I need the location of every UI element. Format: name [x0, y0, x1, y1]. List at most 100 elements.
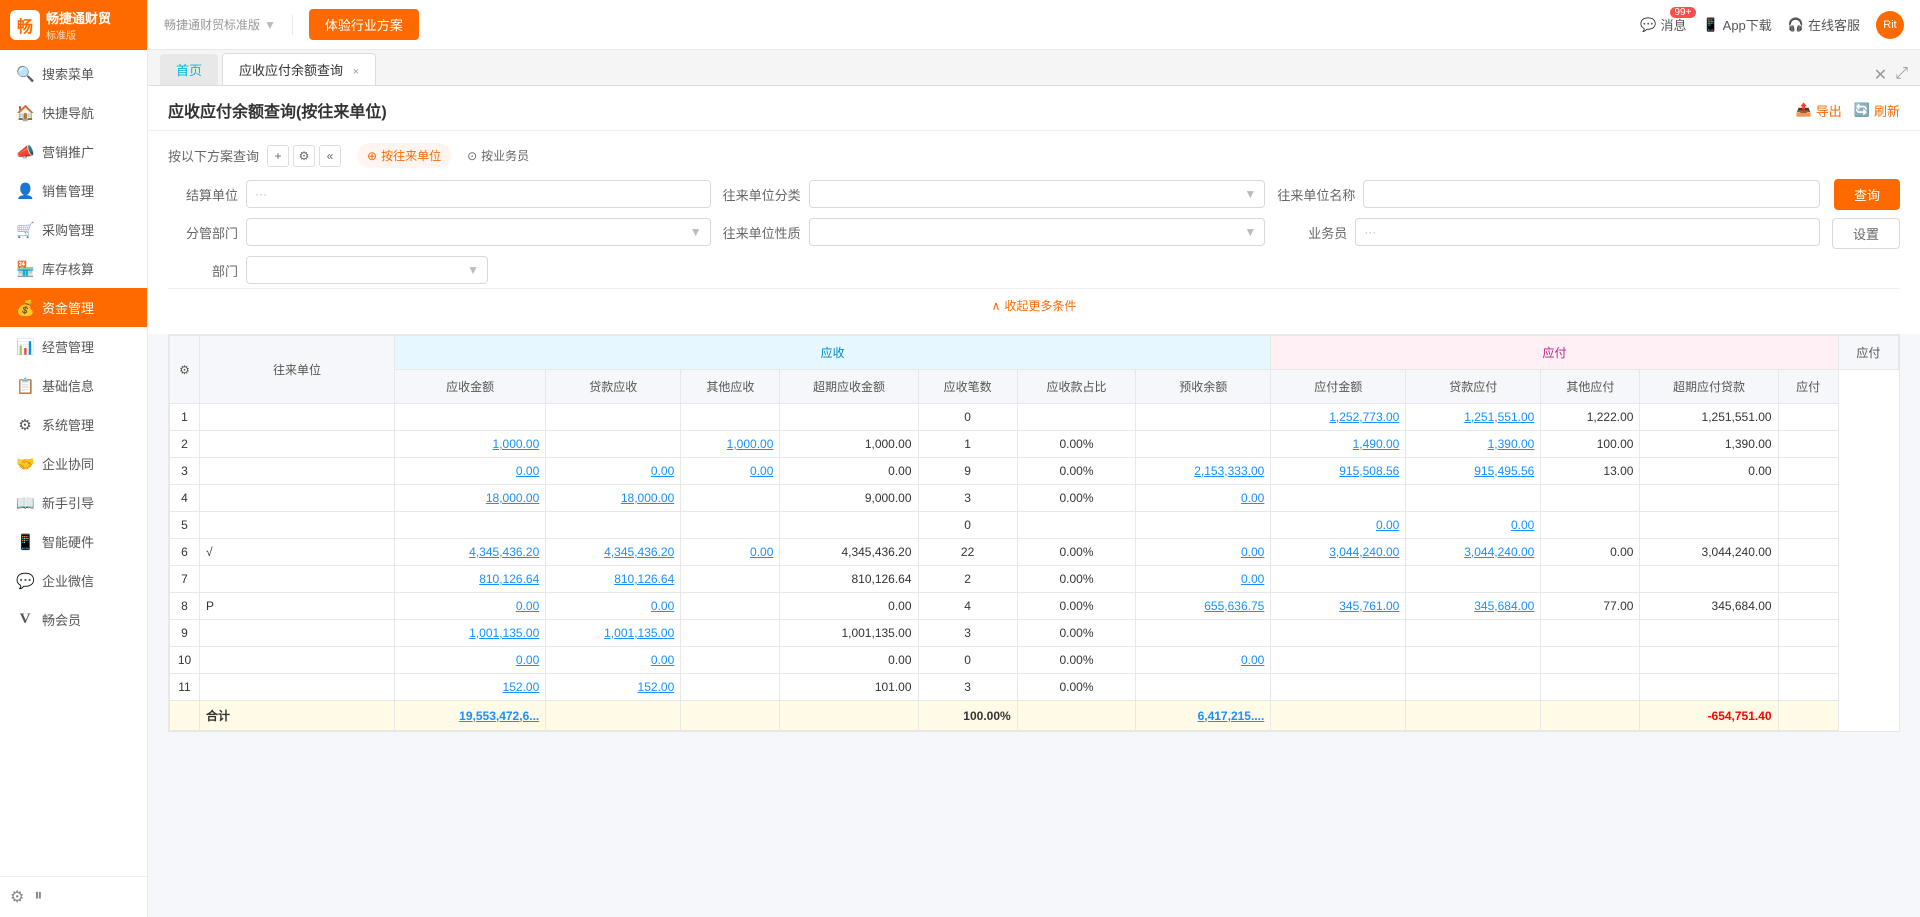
th-overdue-payable: 超期应付贷款	[1640, 370, 1778, 404]
sidebar-item-quick-nav[interactable]: 🏠 快捷导航	[0, 93, 147, 132]
export-button[interactable]: 📤 导出	[1796, 101, 1842, 120]
logo-text-group: 畅捷通财贸 标准版	[46, 8, 111, 42]
sidebar-logo: 畅 畅捷通财贸 标准版	[0, 0, 147, 50]
sidebar-item-label: 搜索菜单	[42, 64, 94, 83]
settlement-unit-input[interactable]: ···	[246, 180, 711, 208]
app-download-btn[interactable]: 📱 App下载	[1702, 15, 1771, 34]
collapse-area: ∧ 收起更多条件	[168, 288, 1900, 322]
logo-title: 畅捷通财贸	[46, 8, 111, 27]
sidebar-item-label: 资金管理	[42, 298, 94, 317]
partner-category-label: 往来单位分类	[723, 185, 801, 204]
online-service-label: 在线客服	[1808, 15, 1860, 34]
operations-icon: 📊	[16, 338, 34, 356]
window-maximize-icon[interactable]: ⤢	[1895, 65, 1908, 85]
inventory-icon: 🏪	[16, 260, 34, 278]
sidebar-item-wechat[interactable]: 💬 企业微信	[0, 561, 147, 600]
filter-salesperson: 业务员 ···	[1277, 218, 1820, 246]
sidebar-item-member[interactable]: V 畅会员	[0, 600, 147, 639]
table-row: 101,252,773.001,251,551.001,222.001,251,…	[170, 404, 1899, 431]
tab-current[interactable]: 应收应付余额查询 ×	[222, 53, 376, 85]
salesperson-input[interactable]: ···	[1355, 218, 1820, 246]
promo-button[interactable]: 体验行业方案	[309, 9, 419, 40]
sidebar-item-enterprise[interactable]: 🤝 企业协同	[0, 444, 147, 483]
filter-settlement-unit: 结算单位 ···	[168, 180, 711, 208]
notifications-badge: 99+	[1670, 7, 1697, 18]
total-prepaid-balance[interactable]: 6,417,215....	[1136, 701, 1271, 731]
sidebar-item-label: 营销推广	[42, 142, 94, 161]
search-menu-icon: 🔍	[16, 65, 34, 83]
table-row: 500.000.00	[170, 512, 1899, 539]
finance-icon: 💰	[16, 299, 34, 317]
partner-nature-arrow: ▼	[1244, 225, 1256, 239]
th-receivable-count: 应收笔数	[918, 370, 1017, 404]
logo-sub: 标准版	[46, 27, 111, 42]
page-actions: 📤 导出 🔄 刷新	[1796, 101, 1900, 120]
th-receivable-group: 应收	[395, 336, 1271, 370]
table-wrapper[interactable]: ⚙ 往来单位 应收 应付	[168, 334, 1900, 732]
scheme-btns: + ⚙ «	[267, 145, 341, 167]
online-service-btn[interactable]: 🎧 在线客服	[1788, 15, 1860, 34]
table-row: 8P0.000.000.0040.00%655,636.75345,761.00…	[170, 593, 1899, 620]
settings-bottom-icon[interactable]: ⚙	[10, 887, 24, 907]
sidebar-item-operations[interactable]: 📊 经营管理	[0, 327, 147, 366]
settings-button[interactable]: 设置	[1832, 218, 1900, 249]
scheme-collapse-btn[interactable]: «	[319, 145, 341, 167]
scheme-by-partner[interactable]: ⊕ 按往来单位	[357, 143, 451, 168]
th-other-payable: 其他应付	[1541, 370, 1640, 404]
managing-dept-input[interactable]: ▼	[246, 218, 711, 246]
main-content: 畅捷通财贸标准版 ▼ 体验行业方案 💬 消息 99+ 📱 App下载 🎧 在线客…	[148, 0, 1920, 917]
refresh-button[interactable]: 🔄 刷新	[1854, 101, 1900, 120]
partner-category-input[interactable]: ▼	[809, 180, 1266, 208]
scheme-add-btn[interactable]: +	[267, 145, 289, 167]
scheme-active-label: 按往来单位	[381, 147, 441, 164]
table-row: 6√4,345,436.204,345,436.200.004,345,436.…	[170, 539, 1899, 566]
user-avatar[interactable]: Rit	[1876, 11, 1904, 39]
partner-nature-input[interactable]: ▼	[809, 218, 1266, 246]
dept-input[interactable]: ▼	[246, 256, 488, 284]
enterprise-icon: 🤝	[16, 455, 34, 473]
total-label: 合计	[200, 701, 395, 731]
th-loan-payable: 贷款应付	[1406, 370, 1541, 404]
tab-close-icon[interactable]: ×	[353, 66, 359, 78]
collapse-button[interactable]: ∧ 收起更多条件	[988, 293, 1081, 318]
managing-dept-arrow: ▼	[690, 225, 702, 239]
sidebar-item-label: 企业微信	[42, 571, 94, 590]
partner-name-input[interactable]	[1363, 180, 1820, 208]
sidebar-item-finance[interactable]: 💰 资金管理	[0, 288, 147, 327]
filter-partner-nature: 往来单位性质 ▼	[723, 218, 1266, 246]
th-overdue-receivable: 超期应收金额	[780, 370, 918, 404]
sidebar-item-purchase[interactable]: 🛒 采购管理	[0, 210, 147, 249]
app-download-label: App下载	[1723, 15, 1772, 34]
sidebar-item-sales[interactable]: 👤 销售管理	[0, 171, 147, 210]
avatar-text: Rit	[1883, 19, 1896, 31]
total-receivable-amount[interactable]: 19,553,472,6...	[395, 701, 546, 731]
partner-name-label: 往来单位名称	[1277, 185, 1355, 204]
sidebar-item-basic-info[interactable]: 📋 基础信息	[0, 366, 147, 405]
th-receivable-amount: 应收金额	[395, 370, 546, 404]
scheme-settings-btn[interactable]: ⚙	[293, 145, 315, 167]
settlement-unit-dots: ···	[255, 187, 267, 201]
notifications-btn[interactable]: 💬 消息 99+	[1640, 15, 1686, 34]
dept-label: 部门	[168, 261, 238, 280]
sidebar-item-search-menu[interactable]: 🔍 搜索菜单	[0, 54, 147, 93]
total-payable-amount: -654,751.40	[1640, 701, 1778, 731]
partner-nature-label: 往来单位性质	[723, 223, 801, 242]
table-row: 11152.00152.00101.0030.00%	[170, 674, 1899, 701]
sidebar-item-smart-hw[interactable]: 📱 智能硬件	[0, 522, 147, 561]
sidebar-item-label: 采购管理	[42, 220, 94, 239]
sidebar-item-newbie[interactable]: 📖 新手引导	[0, 483, 147, 522]
sidebar-item-label: 快捷导航	[42, 103, 94, 122]
th-settings[interactable]: ⚙	[170, 336, 200, 404]
breadcrumb-arrow: ▼	[264, 18, 276, 32]
sidebar-item-marketing[interactable]: 📣 营销推广	[0, 132, 147, 171]
tab-home[interactable]: 首页	[160, 54, 218, 85]
scheme-by-salesperson[interactable]: ⊙ 按业务员	[459, 143, 537, 168]
newbie-icon: 📖	[16, 494, 34, 512]
filter-row-1: 结算单位 ··· 往来单位分类 ▼	[168, 180, 1820, 208]
sidebar-item-system[interactable]: ⚙ 系统管理	[0, 405, 147, 444]
th-receivable-ratio: 应收款占比	[1017, 370, 1136, 404]
window-close-icon[interactable]: ✕	[1874, 65, 1887, 85]
query-button[interactable]: 查询	[1834, 179, 1900, 210]
sidebar-item-inventory[interactable]: 🏪 库存核算	[0, 249, 147, 288]
collapse-bottom-icon[interactable]: ⏸	[34, 887, 42, 907]
